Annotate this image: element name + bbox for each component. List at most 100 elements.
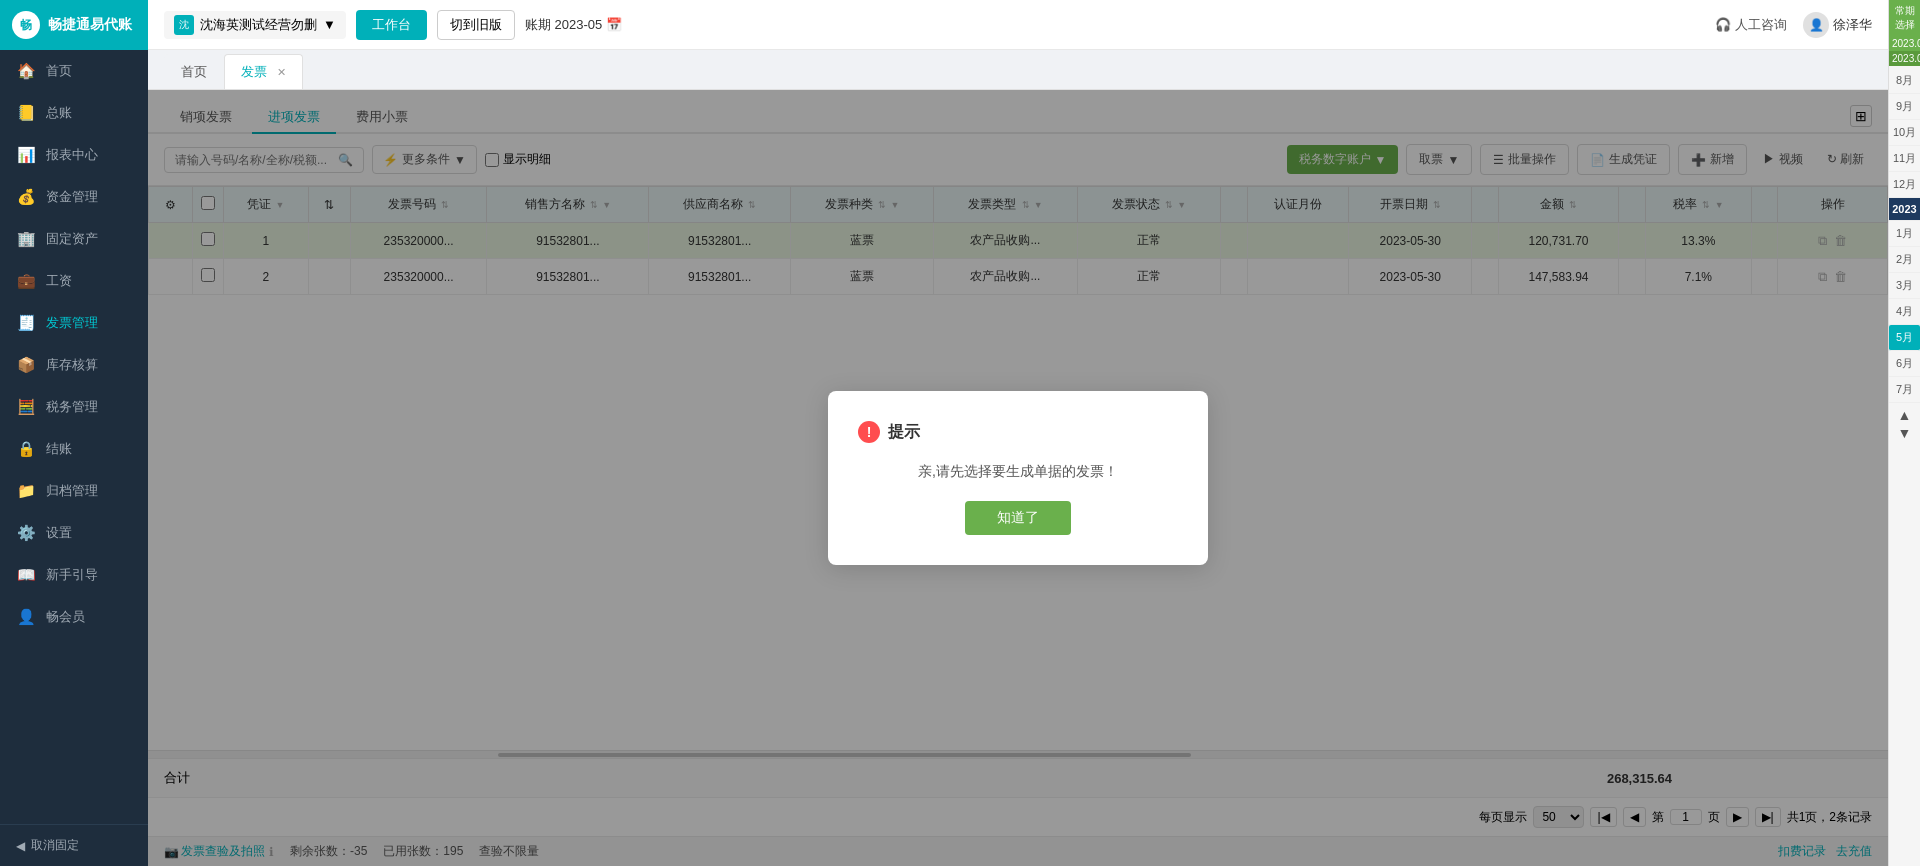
topbar: 沈 沈海英测试经营勿删 ▼ 工作台 切到旧版 账期 2023-05 📅 🎧 人工… xyxy=(148,0,1888,50)
archive-icon: 📁 xyxy=(16,482,36,500)
sidebar-item-guide-label: 新手引导 xyxy=(46,566,98,584)
period-5-label: 5月 xyxy=(1896,331,1913,343)
sidebar-item-assets[interactable]: 🏢 固定资产 xyxy=(0,218,148,260)
period-9-label: 9月 xyxy=(1896,100,1913,112)
home-icon: 🏠 xyxy=(16,62,36,80)
period-12-label: 12月 xyxy=(1893,178,1916,190)
period-3-label: 3月 xyxy=(1896,279,1913,291)
sidebar-item-tax[interactable]: 🧮 税务管理 xyxy=(0,386,148,428)
period-year-label2: 2023.05 xyxy=(1892,53,1917,64)
modal-box: ! 提示 亲,请先选择要生成单据的发票！ 知道了 xyxy=(828,391,1208,565)
sidebar-item-assets-label: 固定资产 xyxy=(46,230,98,248)
period-sidebar: 常期选择 2023.05 2023.05 8月 9月 10月 11月 12月 2… xyxy=(1888,0,1920,866)
invoice-icon: 🧾 xyxy=(16,314,36,332)
username-label: 徐泽华 xyxy=(1833,16,1872,34)
modal-overlay: ! 提示 亲,请先选择要生成单据的发票！ 知道了 xyxy=(148,90,1888,866)
guide-icon: 📖 xyxy=(16,566,36,584)
modal-title: 提示 xyxy=(888,422,920,443)
assets-icon: 🏢 xyxy=(16,230,36,248)
logo-icon: 畅 xyxy=(12,11,40,39)
tab-home[interactable]: 首页 xyxy=(164,54,224,89)
period-10-label: 10月 xyxy=(1893,126,1916,138)
sidebar-item-funds[interactable]: 💰 资金管理 xyxy=(0,176,148,218)
period-year-label1: 2023.05 xyxy=(1892,38,1917,49)
sidebar-item-funds-label: 资金管理 xyxy=(46,188,98,206)
sidebar-item-inventory-label: 库存核算 xyxy=(46,356,98,374)
inventory-icon: 📦 xyxy=(16,356,36,374)
sidebar-item-tax-label: 税务管理 xyxy=(46,398,98,416)
period-text: 账期 2023-05 xyxy=(525,16,602,34)
member-icon: 👤 xyxy=(16,608,36,626)
service-icon: 🎧 xyxy=(1715,17,1731,32)
sidebar-item-inventory[interactable]: 📦 库存核算 xyxy=(0,344,148,386)
ledger-icon: 📒 xyxy=(16,104,36,122)
period-item-4[interactable]: 4月 xyxy=(1889,299,1920,325)
settings-icon: ⚙️ xyxy=(16,524,36,542)
sidebar-item-settings-label: 设置 xyxy=(46,524,72,542)
period-item-10[interactable]: 10月 xyxy=(1889,120,1920,146)
period-1-label: 1月 xyxy=(1896,227,1913,239)
sidebar-item-close-label: 结账 xyxy=(46,440,72,458)
sidebar-item-close[interactable]: 🔒 结账 xyxy=(0,428,148,470)
period-header[interactable]: 常期选择 xyxy=(1889,0,1920,36)
switch-version-button[interactable]: 切到旧版 xyxy=(437,10,515,40)
confirm-button[interactable]: 知道了 xyxy=(965,501,1071,535)
period-item-8[interactable]: 8月 xyxy=(1889,68,1920,94)
period-item-5[interactable]: 5月 xyxy=(1889,325,1920,351)
avatar: 👤 xyxy=(1803,12,1829,38)
period-up-button[interactable]: ▲ xyxy=(1898,407,1912,423)
sidebar-item-invoice-label: 发票管理 xyxy=(46,314,98,332)
tab-invoice[interactable]: 发票 ✕ xyxy=(224,54,303,89)
period-item-3[interactable]: 3月 xyxy=(1889,273,1920,299)
tab-invoice-close[interactable]: ✕ xyxy=(277,66,286,78)
sidebar-item-archive[interactable]: 📁 归档管理 xyxy=(0,470,148,512)
funds-icon: 💰 xyxy=(16,188,36,206)
sidebar-item-archive-label: 归档管理 xyxy=(46,482,98,500)
sidebar-item-home-label: 首页 xyxy=(46,62,72,80)
topbar-right: 🎧 人工咨询 👤 徐泽华 xyxy=(1715,12,1872,38)
sidebar-item-ledger[interactable]: 📒 总账 xyxy=(0,92,148,134)
period-item-6[interactable]: 6月 xyxy=(1889,351,1920,377)
period-year-nav-label: 2023 xyxy=(1892,203,1916,215)
period-nav-controls: ▲ ▼ xyxy=(1889,403,1920,445)
workbench-button[interactable]: 工作台 xyxy=(356,10,427,40)
service-link[interactable]: 🎧 人工咨询 xyxy=(1715,16,1787,34)
sidebar-item-ledger-label: 总账 xyxy=(46,104,72,122)
sidebar-item-reports[interactable]: 📊 报表中心 xyxy=(0,134,148,176)
period-item-12[interactable]: 12月 xyxy=(1889,172,1920,198)
cancel-pin-label: 取消固定 xyxy=(31,837,79,854)
sidebar-item-guide[interactable]: 📖 新手引导 xyxy=(0,554,148,596)
sidebar-item-settings[interactable]: ⚙️ 设置 xyxy=(0,512,148,554)
close-books-icon: 🔒 xyxy=(16,440,36,458)
sidebar-item-member[interactable]: 👤 畅会员 xyxy=(0,596,148,638)
sidebar-item-member-label: 畅会员 xyxy=(46,608,85,626)
period-year-top2: 2023.05 xyxy=(1889,51,1920,66)
sidebar: 畅 畅捷通易代账 🏠 首页 📒 总账 📊 报表中心 💰 资金管理 🏢 固定资产 … xyxy=(0,0,148,866)
app-logo: 畅 畅捷通易代账 xyxy=(0,0,148,50)
pin-icon: ◀ xyxy=(16,839,25,853)
period-item-year[interactable]: 2023 xyxy=(1889,198,1920,221)
sidebar-item-reports-label: 报表中心 xyxy=(46,146,98,164)
period-item-7[interactable]: 7月 xyxy=(1889,377,1920,403)
period-4-label: 4月 xyxy=(1896,305,1913,317)
payroll-icon: 💼 xyxy=(16,272,36,290)
calendar-icon: 📅 xyxy=(606,17,622,32)
period-year-top: 2023.05 xyxy=(1889,36,1920,51)
user-menu[interactable]: 👤 徐泽华 xyxy=(1803,12,1872,38)
sidebar-menu: 🏠 首页 📒 总账 📊 报表中心 💰 资金管理 🏢 固定资产 💼 工资 🧾 发票… xyxy=(0,50,148,824)
sidebar-item-payroll[interactable]: 💼 工资 xyxy=(0,260,148,302)
company-selector[interactable]: 沈 沈海英测试经营勿删 ▼ xyxy=(164,11,346,39)
period-item-9[interactable]: 9月 xyxy=(1889,94,1920,120)
period-7-label: 7月 xyxy=(1896,383,1913,395)
period-item-1[interactable]: 1月 xyxy=(1889,221,1920,247)
modal-title-row: ! 提示 xyxy=(858,421,920,443)
period-item-2[interactable]: 2月 xyxy=(1889,247,1920,273)
reports-icon: 📊 xyxy=(16,146,36,164)
tab-invoice-label: 发票 xyxy=(241,64,267,79)
period-6-label: 6月 xyxy=(1896,357,1913,369)
cancel-pin-button[interactable]: ◀ 取消固定 xyxy=(0,824,148,866)
period-down-button[interactable]: ▼ xyxy=(1898,425,1912,441)
period-item-11[interactable]: 11月 xyxy=(1889,146,1920,172)
sidebar-item-home[interactable]: 🏠 首页 xyxy=(0,50,148,92)
sidebar-item-invoice[interactable]: 🧾 发票管理 xyxy=(0,302,148,344)
